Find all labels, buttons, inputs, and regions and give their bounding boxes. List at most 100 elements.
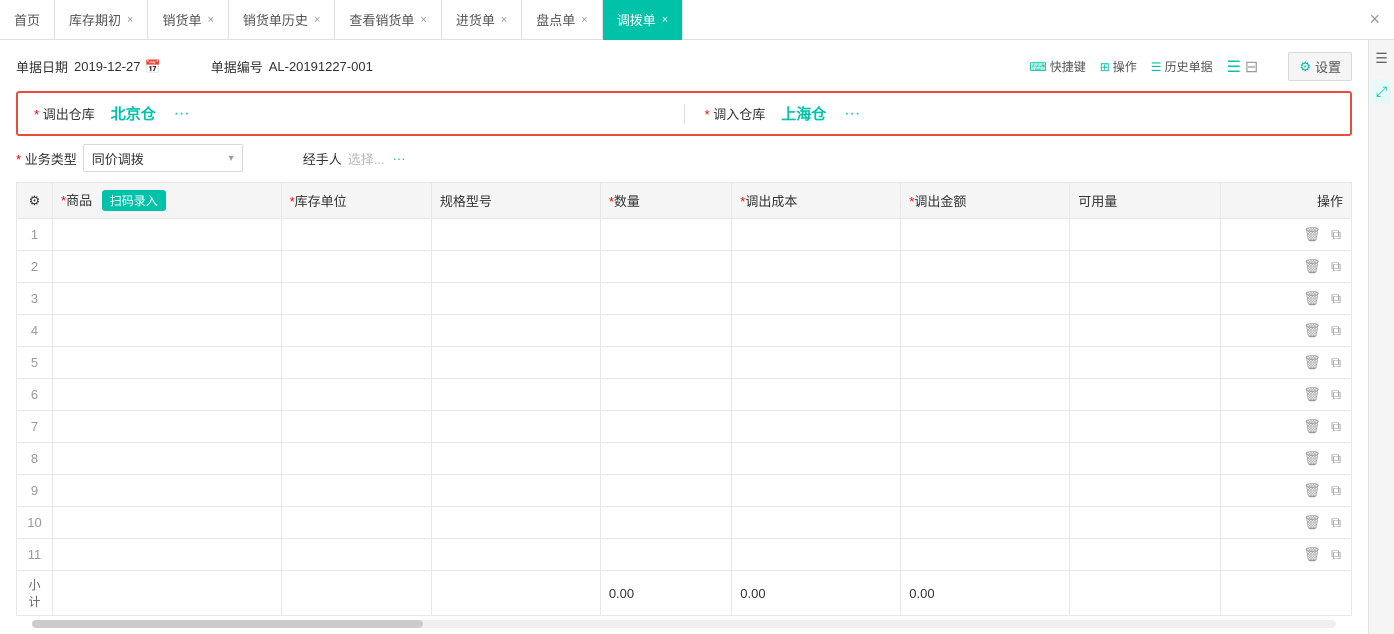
row-qty[interactable]	[600, 411, 731, 443]
row-delete-icon[interactable]: 🗑	[1301, 352, 1323, 373]
row-qty[interactable]	[600, 443, 731, 475]
tab-home[interactable]: 首页	[0, 0, 55, 40]
row-unit[interactable]	[281, 475, 431, 507]
row-unit[interactable]	[281, 347, 431, 379]
tab-view-sales[interactable]: 查看销货单 ×	[335, 0, 441, 40]
tab-stocktake-close[interactable]: ×	[581, 14, 587, 26]
row-copy-icon[interactable]: ⧉	[1329, 480, 1343, 501]
row-cost[interactable]	[732, 347, 901, 379]
row-unit[interactable]	[281, 251, 431, 283]
row-spec[interactable]	[431, 411, 600, 443]
row-amount[interactable]	[901, 443, 1070, 475]
tab-sales-history[interactable]: 销货单历史 ×	[229, 0, 335, 40]
horizontal-scrollbar[interactable]	[32, 620, 1336, 628]
row-unit[interactable]	[281, 411, 431, 443]
row-product[interactable]	[53, 411, 282, 443]
row-product[interactable]	[53, 475, 282, 507]
row-product[interactable]	[53, 379, 282, 411]
tab-sales-order-close[interactable]: ×	[207, 14, 213, 26]
history-btn[interactable]: ☰ 历史单据	[1151, 58, 1213, 75]
row-product[interactable]	[53, 283, 282, 315]
tab-inventory-init-close[interactable]: ×	[127, 14, 133, 26]
tab-purchase-order[interactable]: 进货单 ×	[442, 0, 522, 40]
row-product[interactable]	[53, 251, 282, 283]
row-qty[interactable]	[600, 315, 731, 347]
tab-sales-order[interactable]: 销货单 ×	[148, 0, 228, 40]
row-amount[interactable]	[901, 347, 1070, 379]
scan-btn[interactable]: 扫码录入	[102, 190, 166, 211]
col-gear[interactable]: ⚙	[17, 183, 53, 219]
row-product[interactable]	[53, 315, 282, 347]
row-cost[interactable]	[732, 251, 901, 283]
row-copy-icon[interactable]: ⧉	[1329, 256, 1343, 277]
row-unit[interactable]	[281, 315, 431, 347]
row-amount[interactable]	[901, 475, 1070, 507]
row-delete-icon[interactable]: 🗑	[1301, 448, 1323, 469]
calendar-icon[interactable]: 📅	[145, 59, 161, 75]
row-delete-icon[interactable]: 🗑	[1301, 384, 1323, 405]
row-cost[interactable]	[732, 475, 901, 507]
row-copy-icon[interactable]: ⧉	[1329, 320, 1343, 341]
operation-btn[interactable]: ⊞ 操作	[1100, 58, 1137, 75]
operator-placeholder[interactable]: 选择...	[348, 149, 385, 168]
row-delete-icon[interactable]: 🗑	[1301, 480, 1323, 501]
row-unit[interactable]	[281, 219, 431, 251]
tab-inventory-init[interactable]: 库存期初 ×	[55, 0, 148, 40]
row-qty[interactable]	[600, 219, 731, 251]
row-product[interactable]	[53, 443, 282, 475]
row-spec[interactable]	[431, 475, 600, 507]
row-copy-icon[interactable]: ⧉	[1329, 352, 1343, 373]
row-amount[interactable]	[901, 283, 1070, 315]
row-copy-icon[interactable]: ⧉	[1329, 288, 1343, 309]
row-cost[interactable]	[732, 379, 901, 411]
row-amount[interactable]	[901, 315, 1070, 347]
row-amount[interactable]	[901, 219, 1070, 251]
tab-sales-history-close[interactable]: ×	[314, 14, 320, 26]
row-spec[interactable]	[431, 315, 600, 347]
row-cost[interactable]	[732, 411, 901, 443]
business-type-select[interactable]: 同价调拨 ▾	[83, 144, 243, 172]
row-qty[interactable]	[600, 251, 731, 283]
operator-more-btn[interactable]: ···	[393, 151, 406, 166]
row-spec[interactable]	[431, 347, 600, 379]
row-delete-icon[interactable]: 🗑	[1301, 224, 1323, 245]
row-unit[interactable]	[281, 379, 431, 411]
tab-view-sales-close[interactable]: ×	[420, 14, 426, 26]
row-qty[interactable]	[600, 475, 731, 507]
layout-icon-1[interactable]: ☰	[1227, 57, 1241, 77]
transfer-out-more-btn[interactable]: ···	[174, 105, 190, 123]
row-amount[interactable]	[901, 251, 1070, 283]
close-all-tabs[interactable]: ×	[1355, 9, 1394, 30]
row-delete-icon[interactable]: 🗑	[1301, 320, 1323, 341]
row-cost[interactable]	[732, 507, 901, 539]
tab-stocktake[interactable]: 盘点单 ×	[522, 0, 602, 40]
tab-purchase-order-close[interactable]: ×	[501, 14, 507, 26]
row-unit[interactable]	[281, 443, 431, 475]
row-spec[interactable]	[431, 379, 600, 411]
tab-transfer[interactable]: 调拨单 ×	[603, 0, 683, 40]
row-qty[interactable]	[600, 283, 731, 315]
row-spec[interactable]	[431, 283, 600, 315]
row-delete-icon[interactable]: 🗑	[1301, 512, 1323, 533]
row-product[interactable]	[53, 347, 282, 379]
row-amount[interactable]	[901, 411, 1070, 443]
row-copy-icon[interactable]: ⧉	[1329, 448, 1343, 469]
row-delete-icon[interactable]: 🗑	[1301, 416, 1323, 437]
settings-button[interactable]: ⚙ 设置	[1288, 52, 1352, 81]
row-product[interactable]	[53, 507, 282, 539]
row-cost[interactable]	[732, 283, 901, 315]
row-delete-icon[interactable]: 🗑	[1301, 288, 1323, 309]
transfer-in-more-btn[interactable]: ···	[844, 105, 860, 123]
row-copy-icon[interactable]: ⧉	[1329, 544, 1343, 565]
row-spec[interactable]	[431, 251, 600, 283]
row-qty[interactable]	[600, 379, 731, 411]
tab-transfer-close[interactable]: ×	[662, 14, 668, 26]
row-qty[interactable]	[600, 507, 731, 539]
row-copy-icon[interactable]: ⧉	[1329, 384, 1343, 405]
row-spec[interactable]	[431, 443, 600, 475]
row-unit[interactable]	[281, 507, 431, 539]
shortcut-btn[interactable]: ⌨ 快捷键	[1029, 58, 1085, 75]
row-delete-icon[interactable]: 🗑	[1301, 544, 1323, 565]
row-copy-icon[interactable]: ⧉	[1329, 512, 1343, 533]
row-copy-icon[interactable]: ⧉	[1329, 416, 1343, 437]
